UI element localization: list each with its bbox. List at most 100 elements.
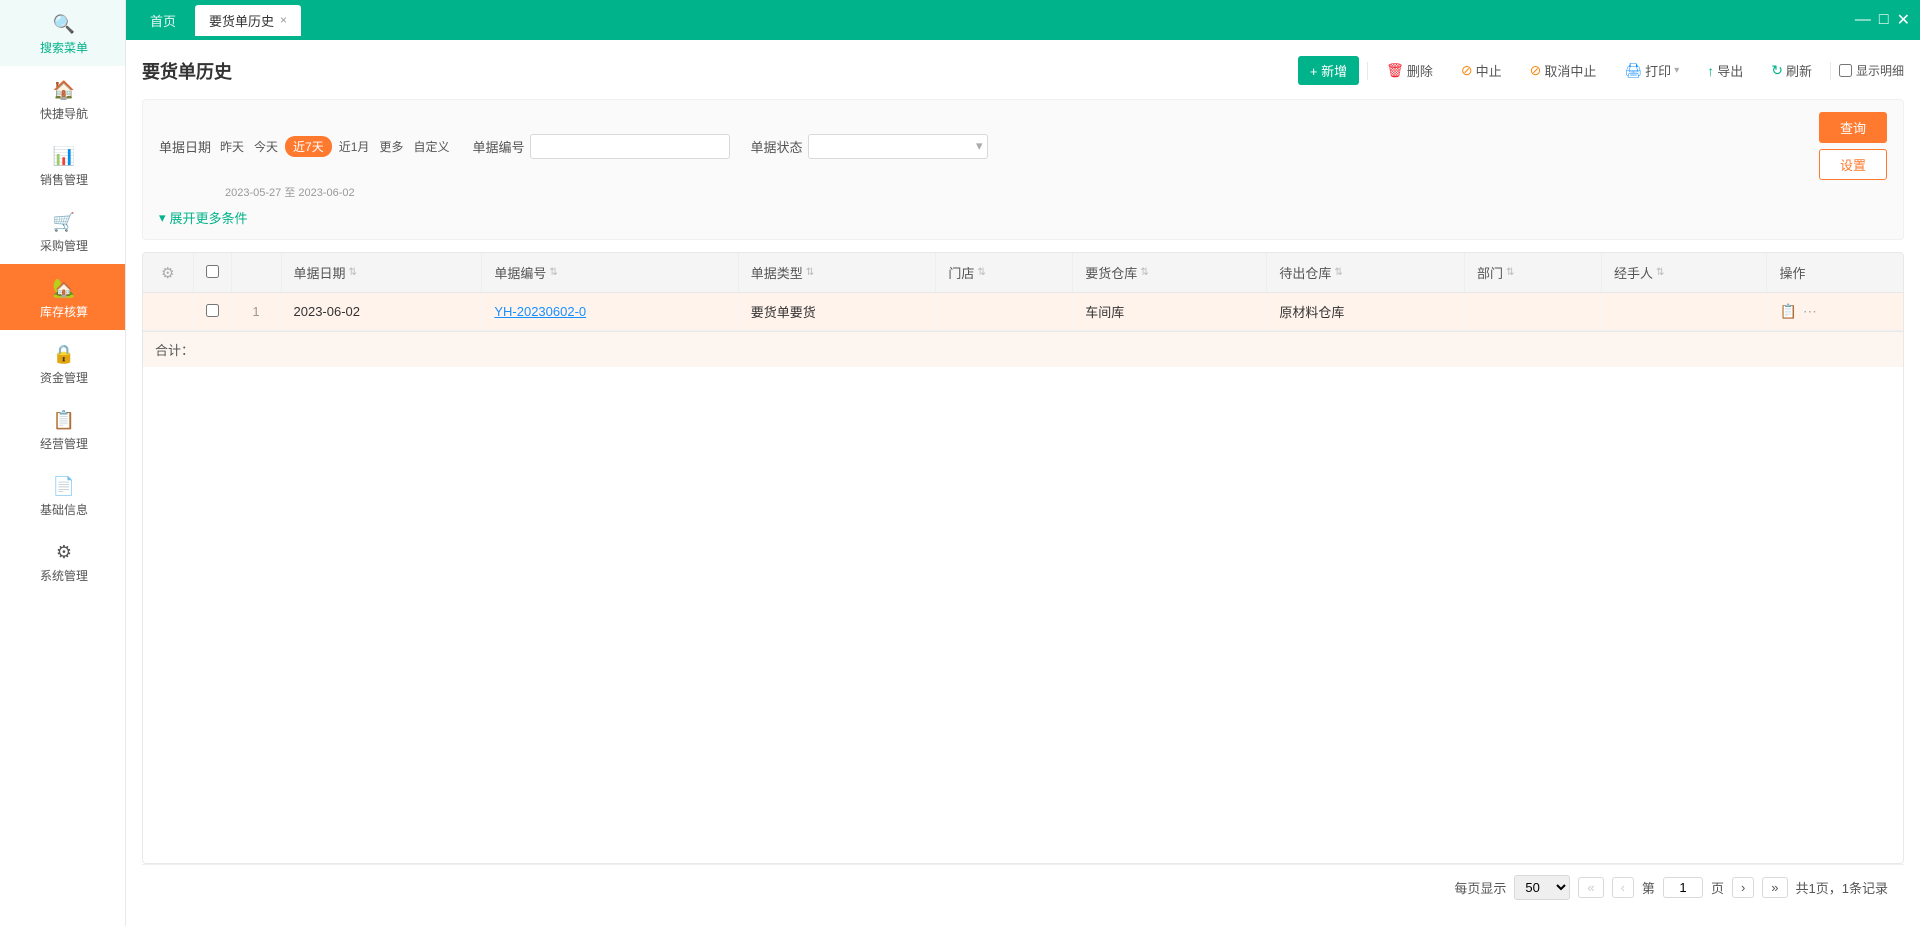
td-store: [936, 293, 1073, 331]
row-more-icon[interactable]: ⋯: [1803, 303, 1817, 320]
date-shortcut[interactable]: 昨天: [217, 137, 247, 156]
row-checkbox[interactable]: [206, 304, 219, 317]
delete-button[interactable]: 🗑 删除: [1376, 56, 1443, 85]
sidebar-item-label: 销售管理: [40, 171, 88, 188]
sidebar-item-operations[interactable]: 📋 经营管理: [0, 396, 125, 462]
bill-no-link[interactable]: YH-20230602-0: [494, 304, 586, 319]
expand-filter-button[interactable]: ▾ 展开更多条件: [159, 208, 1887, 227]
table-settings-icon[interactable]: ⚙: [161, 265, 174, 282]
table-row[interactable]: 1 2023-06-02 YH-20230602-0 要货单要货 车间库 原材料…: [143, 293, 1903, 331]
show-detail-label: 显示明细: [1856, 62, 1904, 79]
date-shortcut[interactable]: 今天: [251, 137, 281, 156]
row-edit-icon[interactable]: 📋: [1779, 303, 1796, 320]
td-dept: [1464, 293, 1601, 331]
last-page-button[interactable]: »: [1762, 877, 1787, 898]
page-label: 第: [1642, 878, 1655, 897]
sort-reqwh-icon: ⇅: [1140, 267, 1148, 278]
print-button[interactable]: 🖨 打印 ▾: [1614, 56, 1689, 85]
th-checkbox: [193, 253, 231, 293]
bill-no-filter-group: 单据编号: [472, 134, 730, 159]
td-bill-type: 要货单要货: [738, 293, 936, 331]
sidebar-item-label: 经营管理: [40, 435, 88, 452]
date-shortcut[interactable]: 自定义: [410, 137, 452, 156]
prev-page-button[interactable]: ‹: [1612, 877, 1634, 898]
td-action: 📋 ⋯: [1767, 293, 1903, 331]
tab-current-label: 要货单历史: [209, 11, 274, 30]
td-pending-warehouse: 原材料仓库: [1267, 293, 1465, 331]
page-number-input[interactable]: [1663, 877, 1703, 898]
show-detail-checkbox-label[interactable]: 显示明细: [1839, 62, 1904, 79]
operations-icon: 📋: [53, 410, 75, 431]
th-settings: ⚙: [143, 253, 193, 293]
refresh-icon: ↻: [1771, 62, 1783, 79]
tab-current[interactable]: 要货单历史 ×: [195, 5, 301, 36]
sales-icon: 📊: [53, 146, 75, 167]
stop-icon: ⊘: [1461, 62, 1473, 79]
next-page-button[interactable]: ›: [1732, 877, 1754, 898]
filter-row-2: 2023-05-27 至 2023-06-02: [159, 184, 1887, 200]
stop-button[interactable]: ⊘ 中止: [1451, 56, 1512, 85]
td-settings: [143, 293, 193, 331]
date-shortcuts: 昨天今天近7天近1月更多自定义: [217, 136, 452, 157]
tab-home[interactable]: 首页: [136, 5, 190, 36]
data-table: ⚙ 单据日期 ⇅: [143, 253, 1903, 331]
sort-date-icon: ⇅: [349, 267, 357, 278]
maximize-button[interactable]: □: [1879, 11, 1889, 29]
system-icon: ⚙: [56, 542, 72, 563]
divider2: [1830, 62, 1831, 80]
print-arrow-icon: ▾: [1674, 65, 1679, 76]
bill-no-input[interactable]: [530, 134, 730, 159]
th-bill-no: 单据编号 ⇅: [482, 253, 738, 293]
date-shortcut[interactable]: 近1月: [336, 137, 373, 156]
select-all-checkbox[interactable]: [206, 265, 219, 278]
sidebar-item-label: 基础信息: [40, 501, 88, 518]
sidebar-item-quick-nav[interactable]: 🏠快捷导航: [0, 66, 125, 132]
status-label: 单据状态: [750, 137, 802, 156]
sidebar-item-label: 快捷导航: [40, 105, 88, 122]
sidebar-item-inventory[interactable]: 🏡库存核算: [0, 264, 125, 330]
th-action: 操作: [1767, 253, 1903, 293]
first-page-button[interactable]: «: [1578, 877, 1603, 898]
query-button[interactable]: 查询: [1819, 112, 1887, 143]
sidebar-item-system[interactable]: ⚙系统管理: [0, 528, 125, 594]
th-pending-warehouse: 待出仓库 ⇅: [1267, 253, 1465, 293]
new-button[interactable]: + 新增: [1298, 56, 1359, 85]
close-button[interactable]: ✕: [1897, 10, 1910, 30]
divider1: [1367, 62, 1368, 80]
show-detail-checkbox[interactable]: [1839, 64, 1852, 77]
date-shortcut[interactable]: 近7天: [285, 136, 332, 157]
toolbar: + 新增 🗑 删除 ⊘ 中止 ⊘ 取消中止 🖨 打印 ▾: [1298, 56, 1904, 85]
sidebar-item-sales[interactable]: 📊 销售管理: [0, 132, 125, 198]
sidebar-item-label: 采购管理: [40, 237, 88, 254]
page-container: 要货单历史 + 新增 🗑 删除 ⊘ 中止 ⊘ 取消中止 🖨 打: [126, 40, 1920, 926]
per-page-label: 每页显示: [1454, 878, 1506, 897]
per-page-select[interactable]: 102050100: [1514, 875, 1570, 900]
sidebar-item-search-menu[interactable]: 🔍搜索菜单: [0, 0, 125, 66]
sort-handler-icon: ⇅: [1656, 267, 1664, 278]
minimize-button[interactable]: —: [1855, 11, 1871, 29]
th-store: 门店 ⇅: [936, 253, 1073, 293]
tab-close-button[interactable]: ×: [280, 13, 287, 27]
tab-bar-right: — □ ✕: [1855, 10, 1910, 30]
date-range-text: 2023-05-27 至 2023-06-02: [225, 184, 355, 200]
total-info: 共1页，1条记录: [1796, 878, 1888, 897]
cancel-stop-button[interactable]: ⊘ 取消中止: [1520, 56, 1607, 85]
filter-settings-button[interactable]: 设置: [1819, 149, 1887, 180]
sort-pendwh-icon: ⇅: [1334, 267, 1342, 278]
sidebar-item-basic-info[interactable]: 📄 基础信息: [0, 462, 125, 528]
basic-info-icon: 📄: [53, 476, 75, 497]
status-select[interactable]: [808, 134, 988, 159]
print-icon: 🖨: [1624, 62, 1642, 79]
tab-bar: 首页 要货单历史 × — □ ✕: [126, 0, 1920, 40]
td-num: 1: [231, 293, 281, 331]
search-menu-icon: 🔍: [53, 14, 75, 35]
export-button[interactable]: ↑ 导出: [1697, 56, 1753, 85]
table-container: ⚙ 单据日期 ⇅: [142, 252, 1904, 864]
th-date: 单据日期 ⇅: [281, 253, 482, 293]
sidebar-item-finance[interactable]: 🔒资金管理: [0, 330, 125, 396]
sidebar-item-purchase[interactable]: 🛒采购管理: [0, 198, 125, 264]
refresh-button[interactable]: ↻ 刷新: [1761, 56, 1822, 85]
sidebar: 🔍搜索菜单🏠快捷导航 📊 销售管理 🛒采购管理🏡库存核算🔒资金管理 📋 经营管理 📄 基础信息…: [0, 0, 126, 926]
date-shortcut[interactable]: 更多: [376, 137, 406, 156]
td-handler: [1601, 293, 1767, 331]
